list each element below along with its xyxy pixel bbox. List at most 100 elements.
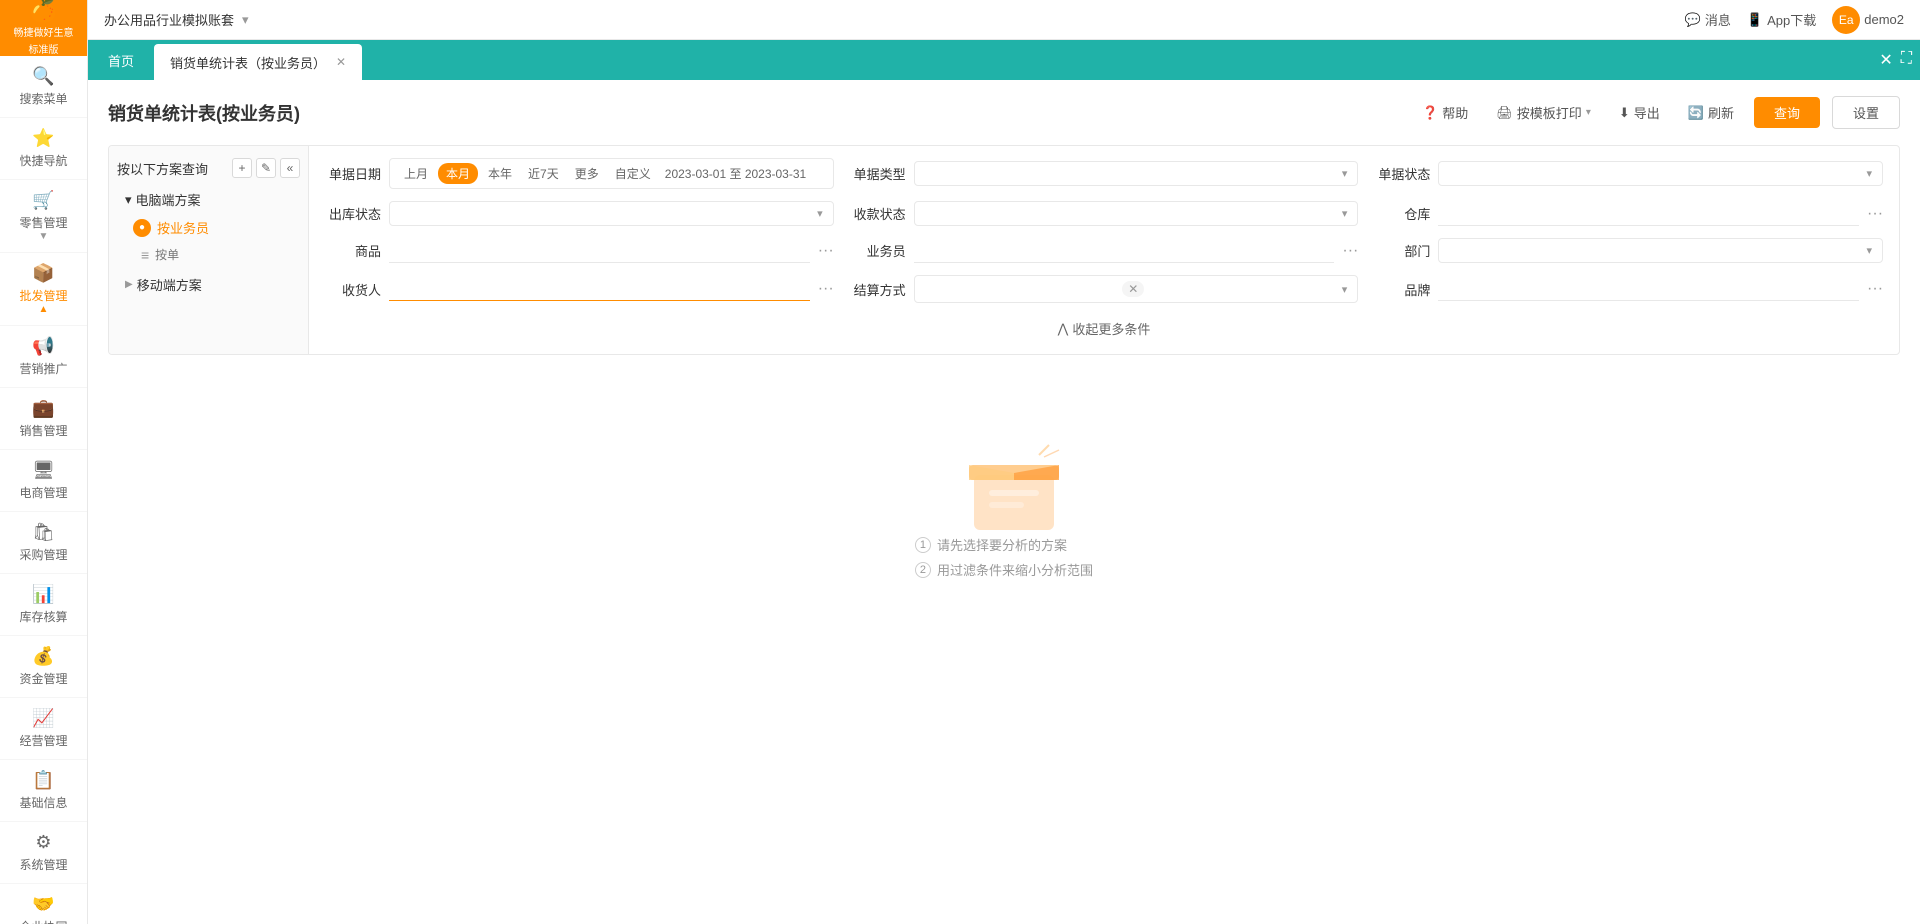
- sidebar-item-marketing-label: 营销推广: [19, 360, 67, 377]
- filter-recipient: 收货人 ···: [325, 277, 834, 301]
- window-controls: ✕ ⛶: [1879, 50, 1912, 70]
- page-title: 销货单统计表(按业务员): [108, 100, 300, 126]
- sidebar-item-search[interactable]: 🔍 搜索菜单: [0, 56, 88, 118]
- username-label: demo2: [1864, 12, 1904, 27]
- user-profile[interactable]: Ea demo2: [1832, 6, 1904, 34]
- template-print-label: 按模板打印: [1517, 103, 1582, 122]
- sidebar-item-retail[interactable]: 🛒 零售管理 ▼: [0, 180, 88, 253]
- user-avatar: Ea: [1832, 6, 1860, 34]
- date-tab-7days[interactable]: 近7天: [522, 163, 565, 184]
- date-tab-this-month[interactable]: 本月: [438, 163, 478, 184]
- sidebar-item-wholesale[interactable]: 📦 批发管理 ▲: [0, 253, 88, 326]
- purchase-icon: 🛍: [32, 522, 55, 543]
- scheme-sub-item-order[interactable]: ≡ 按单: [117, 242, 300, 267]
- date-tab-custom[interactable]: 自定义: [609, 163, 657, 184]
- step-2-text: 用过滤条件来缩小分析范围: [937, 560, 1093, 579]
- warehouse-input[interactable]: [1438, 202, 1859, 226]
- query-button[interactable]: 查询: [1754, 97, 1820, 128]
- marketing-icon: 📢: [32, 336, 54, 357]
- close-window-icon[interactable]: ✕: [1879, 50, 1892, 70]
- collapse-sidebar-button[interactable]: «: [280, 158, 300, 178]
- filter-form: 单据日期 上月 本月 本年 近7天 更多 自定义 20: [309, 146, 1899, 354]
- date-tab-last-month[interactable]: 上月: [398, 163, 434, 184]
- export-button[interactable]: ⬇ 导出: [1611, 99, 1668, 126]
- basic-info-icon: 📋: [32, 770, 54, 791]
- settlement-select[interactable]: ✕ ▾: [914, 275, 1359, 303]
- brand-input[interactable]: [1438, 277, 1859, 301]
- empty-step-1: 1 请先选择要分析的方案: [915, 535, 1093, 554]
- brand-dots[interactable]: ···: [1867, 280, 1883, 298]
- sidebar-item-enterprise[interactable]: 🤝 企业协同: [0, 884, 88, 924]
- receipt-status-select[interactable]: ▾: [914, 201, 1359, 226]
- settlement-label: 结算方式: [850, 280, 906, 299]
- refresh-button[interactable]: 🔄 刷新: [1680, 99, 1742, 126]
- warehouse-dots[interactable]: ···: [1867, 205, 1883, 223]
- topbar-right: 💬 消息 📱 App下载 Ea demo2: [1685, 6, 1904, 34]
- topbar-left: 办公用品行业模拟账套 ▾: [104, 10, 249, 29]
- recipient-input[interactable]: [389, 277, 810, 301]
- scheme-group-header[interactable]: ▾ 电脑端方案: [117, 186, 300, 213]
- date-tab-more[interactable]: 更多: [569, 163, 605, 184]
- sidebar-item-inventory[interactable]: 📊 库存核算: [0, 574, 88, 636]
- sidebar-item-system-label: 系统管理: [19, 856, 67, 873]
- logo-icon: 🍊: [30, 0, 57, 22]
- content-area: 销货单统计表(按业务员) ❓ 帮助 🖨 按模板打印 ▾ ⬇ 导出: [88, 80, 1920, 924]
- sidebar-item-purchase[interactable]: 🛍 采购管理: [0, 512, 88, 574]
- out-status-select[interactable]: ▾: [389, 201, 834, 226]
- filter-out-status: 出库状态 ▾: [325, 201, 834, 226]
- doc-status-label: 单据状态: [1374, 164, 1430, 183]
- product-input[interactable]: [389, 239, 810, 263]
- department-select[interactable]: ▾: [1438, 238, 1883, 263]
- tab-sales-stats[interactable]: 销货单统计表（按业务员） ✕: [154, 44, 362, 80]
- scheme-sub-label: 按单: [155, 246, 179, 263]
- doc-status-select[interactable]: ▾: [1438, 161, 1883, 186]
- collapse-filter-button[interactable]: ⋀ 收起更多条件: [325, 315, 1883, 342]
- filter-warehouse: 仓库 ···: [1374, 202, 1883, 226]
- scheme-item-salesman[interactable]: ● 按业务员: [117, 213, 300, 242]
- edit-scheme-button[interactable]: ✎: [256, 158, 276, 178]
- help-button[interactable]: ❓ 帮助: [1414, 99, 1476, 126]
- sidebar-item-finance-label: 资金管理: [19, 670, 67, 687]
- settings-button[interactable]: 设置: [1832, 96, 1900, 129]
- print-dropdown-icon: ▾: [1586, 107, 1591, 118]
- settlement-clear-x[interactable]: ✕: [1128, 282, 1138, 296]
- message-button[interactable]: 💬 消息: [1685, 10, 1731, 29]
- sidebar-item-sales[interactable]: 💼 销售管理: [0, 388, 88, 450]
- logo-subtext: 标准版: [29, 41, 59, 56]
- app-logo: 🍊 畅捷做好生意 标准版: [0, 0, 88, 56]
- app-download-button[interactable]: 📱 App下载: [1747, 10, 1816, 29]
- sidebar-item-operations[interactable]: 📈 经营管理: [0, 698, 88, 760]
- filter-sidebar: 按以下方案查询 + ✎ « ▾ 电脑端方案 ●: [109, 146, 309, 354]
- product-dots[interactable]: ···: [818, 242, 834, 260]
- salesman-dots[interactable]: ···: [1342, 242, 1358, 260]
- sidebar-item-enterprise-label: 企业协同: [19, 918, 67, 924]
- sidebar-item-basic-info[interactable]: 📋 基础信息: [0, 760, 88, 822]
- mobile-scheme-group[interactable]: ▶ 移动端方案: [117, 271, 300, 298]
- sidebar-item-ecommerce[interactable]: 🖥 电商管理: [0, 450, 88, 512]
- tab-close-icon[interactable]: ✕: [336, 55, 346, 69]
- sidebar-item-system[interactable]: ⚙ 系统管理: [0, 822, 88, 884]
- add-scheme-button[interactable]: +: [232, 158, 252, 178]
- tabbar: 首页 销货单统计表（按业务员） ✕ ✕ ⛶: [88, 40, 1920, 80]
- sidebar-item-operations-label: 经营管理: [19, 732, 67, 749]
- retail-expand-icon: ▼: [39, 231, 49, 242]
- salesman-input[interactable]: [914, 239, 1335, 263]
- template-print-button[interactable]: 🖨 按模板打印 ▾: [1488, 99, 1599, 126]
- date-tab-this-year[interactable]: 本年: [482, 163, 518, 184]
- doc-type-select[interactable]: ▾: [914, 161, 1359, 186]
- mobile-scheme-arrow: ▶: [125, 279, 133, 290]
- recipient-dots[interactable]: ···: [818, 280, 834, 298]
- maximize-window-icon[interactable]: ⛶: [1901, 50, 1912, 70]
- filter-doc-type: 单据类型 ▾: [850, 161, 1359, 186]
- date-label: 单据日期: [325, 164, 381, 183]
- doc-type-dropdown-icon: ▾: [1342, 167, 1348, 180]
- sidebar-item-quick-nav[interactable]: ⭐ 快捷导航: [0, 118, 88, 180]
- topbar-dropdown-icon[interactable]: ▾: [242, 12, 249, 28]
- sidebar-item-marketing[interactable]: 📢 营销推广: [0, 326, 88, 388]
- date-range-display: 2023-03-01 至 2023-03-31: [665, 165, 806, 182]
- sidebar-item-finance[interactable]: 💰 资金管理: [0, 636, 88, 698]
- department-dropdown-icon: ▾: [1866, 244, 1872, 257]
- filter-salesman: 业务员 ···: [850, 239, 1359, 263]
- tab-home[interactable]: 首页: [88, 40, 154, 80]
- enterprise-icon: 🤝: [32, 894, 54, 915]
